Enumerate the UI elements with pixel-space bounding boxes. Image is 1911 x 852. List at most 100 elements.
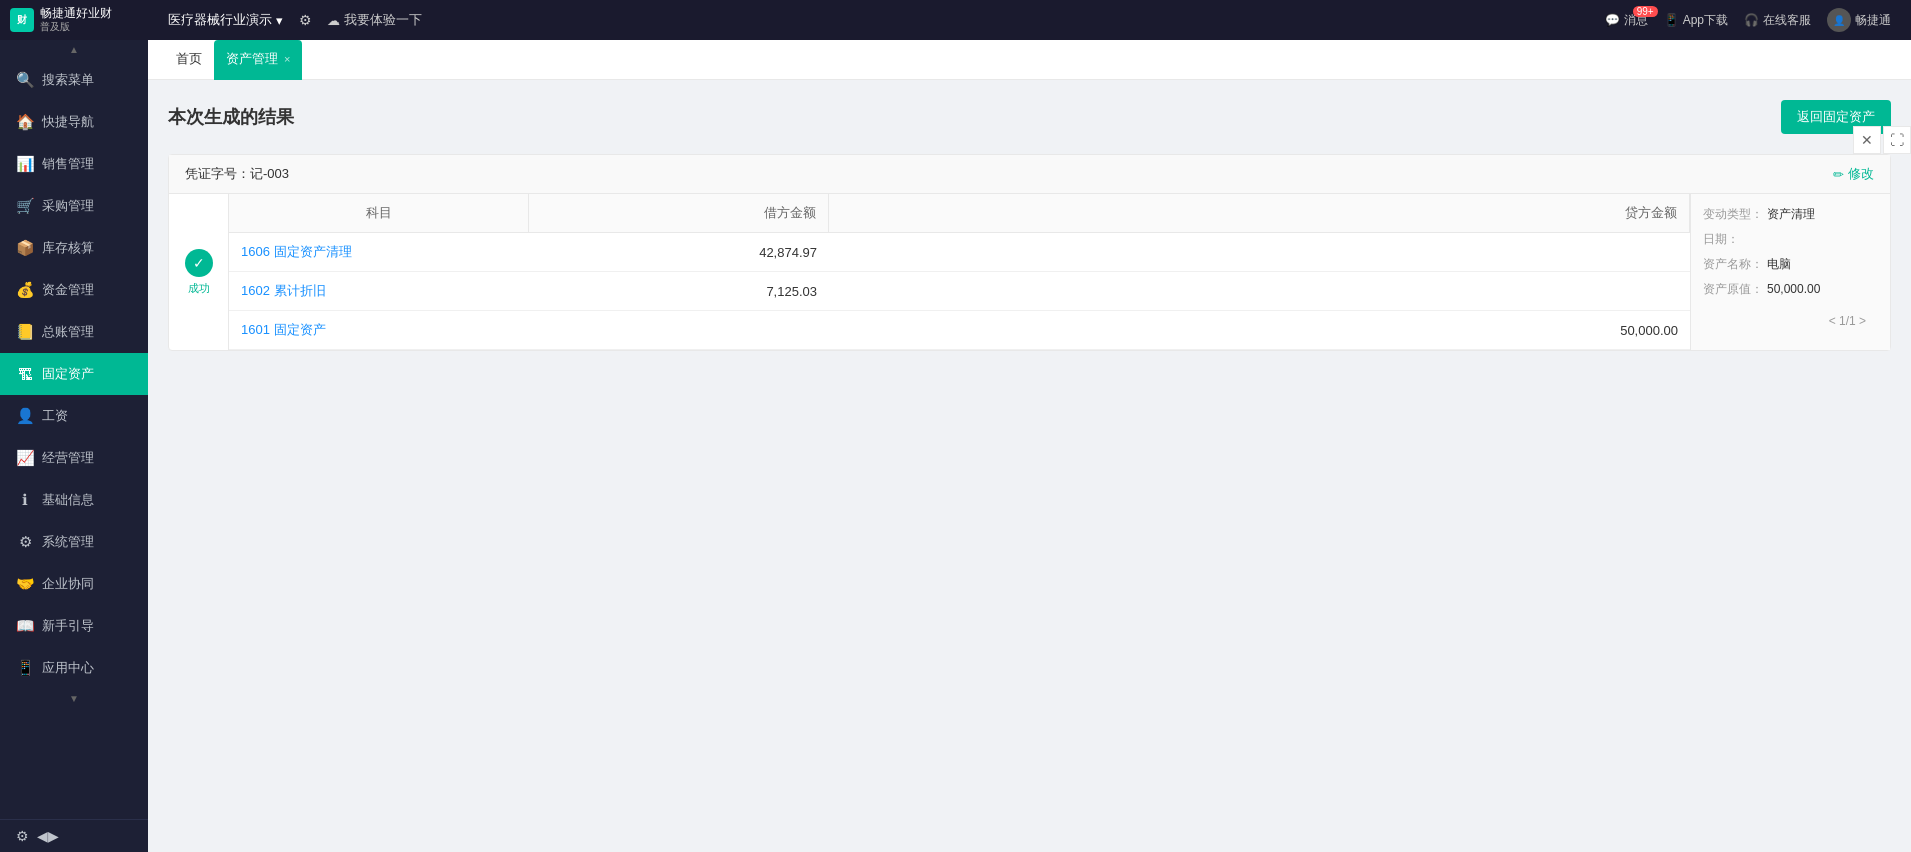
subject-cell[interactable]: 1606 固定资产清理 <box>229 233 529 271</box>
experience-button[interactable]: ☁ 我要体验一下 <box>327 11 422 29</box>
cloud-icon: ☁ <box>327 13 340 28</box>
subject-cell[interactable]: 1602 累计折旧 <box>229 272 529 310</box>
sidebar-item-label: 应用中心 <box>42 659 94 677</box>
system-icon: ⚙ <box>16 533 34 551</box>
original-value-row: 资产原值： 50,000.00 <box>1703 281 1878 298</box>
toggle-sidebar-icon[interactable]: ◀▶ <box>37 828 59 844</box>
edit-icon: ✏ <box>1833 167 1844 182</box>
credit-cell <box>829 242 1690 262</box>
logo-area: 财 畅捷通好业财 普及版 <box>10 6 158 34</box>
subject-name: 固定资产清理 <box>274 244 352 259</box>
table-main: 科目 借方金额 贷方金额 1606 固定资产清理 42,874.97 <box>229 194 1690 350</box>
sidebar-item-payroll[interactable]: 👤 工资 <box>0 395 148 437</box>
sidebar-item-label: 系统管理 <box>42 533 94 551</box>
username-label: 畅捷通 <box>1855 12 1891 29</box>
table-header-row: 科目 借方金额 贷方金额 <box>229 194 1690 233</box>
online-service-nav-item[interactable]: 🎧 在线客服 <box>1744 12 1811 29</box>
chart-icon: 📊 <box>16 155 34 173</box>
sidebar-item-basics[interactable]: ℹ 基础信息 <box>0 479 148 521</box>
table-row: 1601 固定资产 50,000.00 <box>229 311 1690 350</box>
subject-code: 1606 <box>241 244 274 259</box>
experience-label: 我要体验一下 <box>344 11 422 29</box>
app-download-label: App下载 <box>1683 12 1728 29</box>
sidebar-scroll-up[interactable]: ▲ <box>0 40 148 59</box>
table-row: 1602 累计折旧 7,125.03 <box>229 272 1690 311</box>
success-label: 成功 <box>188 281 210 296</box>
sidebar-item-label: 企业协同 <box>42 575 94 593</box>
online-service-label: 在线客服 <box>1763 12 1811 29</box>
trend-icon: 📈 <box>16 449 34 467</box>
side-panel: 变动类型： 资产清理 日期： 资产名称： 电脑 资产原值： <box>1690 194 1890 350</box>
date-row: 日期： <box>1703 231 1878 248</box>
change-type-label: 变动类型： <box>1703 206 1763 223</box>
person-icon: 👤 <box>16 407 34 425</box>
sidebar-item-enterprise[interactable]: 🤝 企业协同 <box>0 563 148 605</box>
sidebar-item-ledger[interactable]: 📒 总账管理 <box>0 311 148 353</box>
edit-label: 修改 <box>1848 165 1874 183</box>
voucher-number: 凭证字号：记-003 <box>185 165 289 183</box>
sidebar-item-label: 库存核算 <box>42 239 94 257</box>
sidebar-item-label: 采购管理 <box>42 197 94 215</box>
sidebar-item-sales[interactable]: 📊 销售管理 <box>0 143 148 185</box>
sidebar-item-label: 工资 <box>42 407 68 425</box>
sidebar-bottom: ⚙ ◀▶ <box>0 819 148 852</box>
tab-asset-management-label: 资产管理 <box>226 50 278 68</box>
tab-close-icon[interactable]: × <box>284 53 290 65</box>
sidebar-item-quick-nav[interactable]: 🏠 快捷导航 <box>0 101 148 143</box>
sidebar-item-label: 新手引导 <box>42 617 94 635</box>
change-type-value: 资产清理 <box>1767 206 1815 223</box>
edit-button[interactable]: ✏ 修改 <box>1833 165 1874 183</box>
gear-button[interactable]: ⚙ <box>291 6 319 34</box>
sidebar-item-funds[interactable]: 💰 资金管理 <box>0 269 148 311</box>
close-panel-button[interactable]: ✕ <box>1853 126 1881 154</box>
money-icon: 💰 <box>16 281 34 299</box>
sidebar-scroll-down[interactable]: ▼ <box>0 689 148 708</box>
header-subject: 科目 <box>229 194 529 232</box>
table-row: 1606 固定资产清理 42,874.97 <box>229 233 1690 272</box>
logo-icon: 财 <box>10 8 34 32</box>
asset-name-label: 资产名称： <box>1703 256 1763 273</box>
ledger-icon: 📒 <box>16 323 34 341</box>
headset-icon: 🎧 <box>1744 13 1759 27</box>
mobile-icon: 📱 <box>1664 13 1679 27</box>
sidebar-item-app-center[interactable]: 📱 应用中心 <box>0 647 148 689</box>
debit-cell <box>529 320 829 340</box>
sidebar-item-label: 经营管理 <box>42 449 94 467</box>
page-content: ✕ ⛶ 本次生成的结果 返回固定资产 凭证字号：记-003 ✏ 修改 <box>148 80 1911 852</box>
user-nav-item[interactable]: 👤 畅捷通 <box>1827 8 1891 32</box>
sidebar-item-system[interactable]: ⚙ 系统管理 <box>0 521 148 563</box>
sidebar-item-guide[interactable]: 📖 新手引导 <box>0 605 148 647</box>
sidebar-item-inventory[interactable]: 📦 库存核算 <box>0 227 148 269</box>
date-label: 日期： <box>1703 231 1739 248</box>
company-name: 医疗器械行业演示 <box>168 11 272 29</box>
sidebar-item-label: 搜索菜单 <box>42 71 94 89</box>
voucher-header: 凭证字号：记-003 ✏ 修改 <box>169 155 1890 194</box>
success-indicator: ✓ 成功 <box>169 194 229 350</box>
pagination[interactable]: < 1/1 > <box>1703 306 1878 336</box>
top-nav-center: 医疗器械行业演示 ▾ ⚙ ☁ 我要体验一下 <box>158 6 1605 34</box>
settings-icon[interactable]: ⚙ <box>16 828 29 844</box>
tab-home[interactable]: 首页 <box>164 40 214 80</box>
original-value-label: 资产原值： <box>1703 281 1763 298</box>
subject-name: 累计折旧 <box>274 283 326 298</box>
subject-cell[interactable]: 1601 固定资产 <box>229 311 529 349</box>
sidebar-item-label: 销售管理 <box>42 155 94 173</box>
expand-panel-button[interactable]: ⛶ <box>1883 126 1911 154</box>
change-type-row: 变动类型： 资产清理 <box>1703 206 1878 223</box>
sidebar-item-operations[interactable]: 📈 经营管理 <box>0 437 148 479</box>
app-download-nav-item[interactable]: 📱 App下载 <box>1664 12 1728 29</box>
credit-cell: 50,000.00 <box>829 313 1690 348</box>
home-icon: 🏠 <box>16 113 34 131</box>
header-debit: 借方金额 <box>529 194 829 232</box>
sidebar-item-search[interactable]: 🔍 搜索菜单 <box>0 59 148 101</box>
top-nav-right: 💬 消息 99+ 📱 App下载 🎧 在线客服 👤 畅捷通 <box>1605 8 1901 32</box>
sidebar-item-purchase[interactable]: 🛒 采购管理 <box>0 185 148 227</box>
handshake-icon: 🤝 <box>16 575 34 593</box>
company-selector[interactable]: 医疗器械行业演示 ▾ <box>168 11 283 29</box>
sidebar-item-fixed-assets[interactable]: 🏗 固定资产 <box>0 353 148 395</box>
sidebar-item-label: 快捷导航 <box>42 113 94 131</box>
cart-icon: 🛒 <box>16 197 34 215</box>
sidebar-item-label: 资金管理 <box>42 281 94 299</box>
tab-asset-management[interactable]: 资产管理 × <box>214 40 302 80</box>
messages-nav-item[interactable]: 💬 消息 99+ <box>1605 12 1648 29</box>
